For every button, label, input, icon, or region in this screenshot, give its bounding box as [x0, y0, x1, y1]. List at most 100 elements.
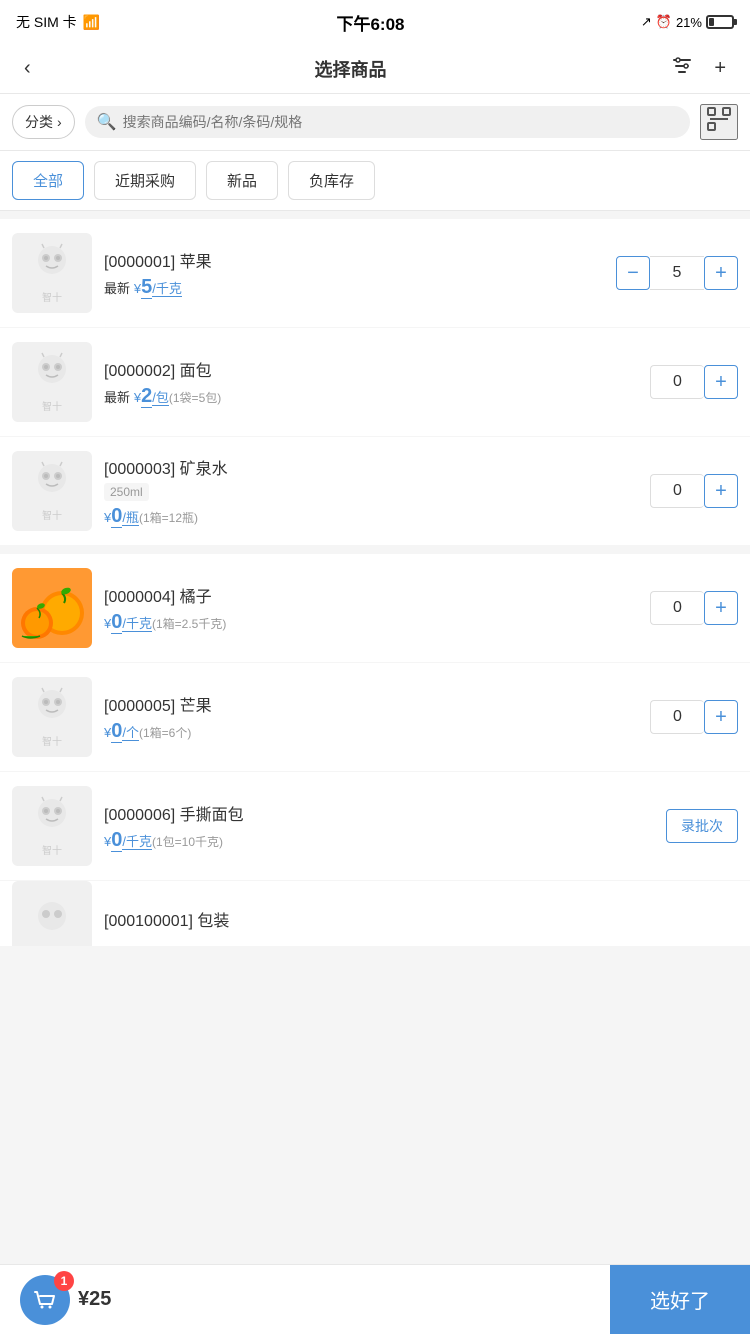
- tab-all[interactable]: 全部: [12, 161, 84, 200]
- product-info: [000100001] 包装: [104, 907, 738, 935]
- nav-right-buttons: +: [662, 46, 734, 92]
- price-unit: /千克: [152, 281, 182, 297]
- increase-button[interactable]: +: [704, 474, 738, 508]
- tab-negative[interactable]: 负库存: [288, 161, 375, 200]
- price-label: 最新: [104, 281, 130, 296]
- product-price: 最新 ¥5/千克: [104, 276, 604, 299]
- list-item: [0000004] 橘子 ¥0/千克(1箱=2.5千克) +: [0, 554, 750, 662]
- quantity-control: +: [650, 474, 738, 508]
- quantity-control: 录批次: [666, 809, 738, 843]
- quantity-input[interactable]: [650, 700, 704, 734]
- product-name: [0000005] 芒果: [104, 692, 638, 716]
- owl-placeholder: 智十: [27, 242, 77, 304]
- cart-badge: 1: [54, 1271, 74, 1291]
- tab-new[interactable]: 新品: [206, 161, 278, 200]
- price-value: 5: [141, 276, 152, 299]
- divider-top: [0, 211, 750, 219]
- location-icon: ↗: [641, 14, 652, 30]
- list-item: 智十 [0000002] 面包 最新 ¥2/包(1袋=5包) +: [0, 328, 750, 436]
- scan-icon: [706, 106, 732, 132]
- product-thumbnail: [12, 881, 92, 946]
- decrease-button[interactable]: −: [616, 256, 650, 290]
- status-right: ↗ ⏰ 21%: [641, 14, 734, 30]
- category-label: 分类: [25, 112, 53, 132]
- product-thumbnail: 智十: [12, 451, 92, 531]
- search-icon: 🔍: [97, 112, 117, 132]
- owl-placeholder: 智十: [27, 795, 77, 857]
- product-price: 最新 ¥2/包(1袋=5包): [104, 385, 638, 408]
- product-info: [0000002] 面包 最新 ¥2/包(1袋=5包): [104, 357, 638, 408]
- product-info: [0000004] 橘子 ¥0/千克(1箱=2.5千克): [104, 583, 638, 634]
- list-item: [000100001] 包装: [0, 881, 750, 946]
- filter-button[interactable]: [662, 46, 702, 92]
- product-name: [0000004] 橘子: [104, 583, 638, 607]
- cart-total: ¥25: [78, 1288, 111, 1311]
- add-button[interactable]: +: [706, 49, 734, 88]
- product-price: ¥0/个(1箱=6个): [104, 720, 638, 743]
- product-name: [0000001] 苹果: [104, 248, 604, 272]
- search-input[interactable]: [123, 114, 678, 130]
- list-item: 智十 [0000003] 矿泉水 250ml ¥0/瓶(1箱=12瓶) +: [0, 437, 750, 545]
- status-left: 无 SIM 卡 📶: [16, 12, 100, 32]
- quantity-input[interactable]: [650, 256, 704, 290]
- product-info: [0000001] 苹果 最新 ¥5/千克: [104, 248, 604, 299]
- cart-icon: [31, 1286, 59, 1314]
- cart-icon-wrap[interactable]: 1: [20, 1275, 70, 1325]
- increase-button[interactable]: +: [704, 700, 738, 734]
- product-name: [0000002] 面包: [104, 357, 638, 381]
- increase-button[interactable]: +: [704, 365, 738, 399]
- increase-button[interactable]: +: [704, 591, 738, 625]
- filter-icon: [670, 54, 694, 78]
- quantity-control: +: [650, 591, 738, 625]
- quantity-input[interactable]: [650, 365, 704, 399]
- product-name: [000100001] 包装: [104, 907, 738, 931]
- chevron-right-icon: ›: [57, 114, 62, 130]
- back-button[interactable]: ‹: [16, 49, 39, 88]
- product-thumbnail: 智十: [12, 342, 92, 422]
- quantity-control: − +: [616, 256, 738, 290]
- product-info: [0000003] 矿泉水 250ml ¥0/瓶(1箱=12瓶): [104, 455, 638, 528]
- wifi-icon: 📶: [83, 14, 100, 31]
- orange-image: [12, 568, 92, 648]
- quantity-control: +: [650, 700, 738, 734]
- product-thumbnail: [12, 568, 92, 648]
- product-name: [0000003] 矿泉水: [104, 455, 638, 479]
- product-thumbnail: 智十: [12, 233, 92, 313]
- owl-placeholder: 智十: [27, 351, 77, 413]
- list-item: 智十 [0000005] 芒果 ¥0/个(1箱=6个) +: [0, 663, 750, 771]
- cart-section: 1 ¥25: [0, 1275, 610, 1325]
- owl-placeholder: 智十: [27, 686, 77, 748]
- product-spec: 250ml: [104, 483, 149, 501]
- carrier-label: 无 SIM 卡: [16, 12, 77, 32]
- quantity-input[interactable]: [650, 591, 704, 625]
- nav-bar: ‹ 选择商品 +: [0, 44, 750, 94]
- product-price: ¥0/千克(1箱=2.5千克): [104, 611, 638, 634]
- increase-button[interactable]: +: [704, 256, 738, 290]
- tab-recent[interactable]: 近期采购: [94, 161, 196, 200]
- product-info: [0000006] 手撕面包 ¥0/千克(1包=10千克): [104, 801, 654, 852]
- quantity-input[interactable]: [650, 474, 704, 508]
- product-thumbnail: 智十: [12, 786, 92, 866]
- bottom-bar: 1 ¥25 选好了: [0, 1264, 750, 1334]
- bottom-spacer: [0, 947, 750, 1017]
- confirm-button[interactable]: 选好了: [610, 1265, 750, 1334]
- scan-button[interactable]: [700, 104, 738, 140]
- tab-row: 全部 近期采购 新品 负库存: [0, 151, 750, 211]
- list-item: 智十 [0000006] 手撕面包 ¥0/千克(1包=10千克) 录批次: [0, 772, 750, 880]
- quantity-control: +: [650, 365, 738, 399]
- batch-button[interactable]: 录批次: [666, 809, 738, 843]
- product-price: ¥0/瓶(1箱=12瓶): [104, 505, 638, 528]
- divider: [0, 546, 750, 554]
- alarm-icon: ⏰: [656, 14, 672, 30]
- status-bar: 无 SIM 卡 📶 下午6:08 ↗ ⏰ 21%: [0, 0, 750, 44]
- product-name: [0000006] 手撕面包: [104, 801, 654, 825]
- battery-percent: 21%: [676, 15, 702, 30]
- battery-icon: [706, 15, 734, 29]
- owl-placeholder: [27, 898, 77, 943]
- search-bar: 分类 › 🔍: [0, 94, 750, 151]
- product-info: [0000005] 芒果 ¥0/个(1箱=6个): [104, 692, 638, 743]
- owl-placeholder: 智十: [27, 460, 77, 522]
- page-title: 选择商品: [39, 56, 663, 82]
- search-input-wrap: 🔍: [85, 106, 690, 138]
- category-button[interactable]: 分类 ›: [12, 105, 75, 139]
